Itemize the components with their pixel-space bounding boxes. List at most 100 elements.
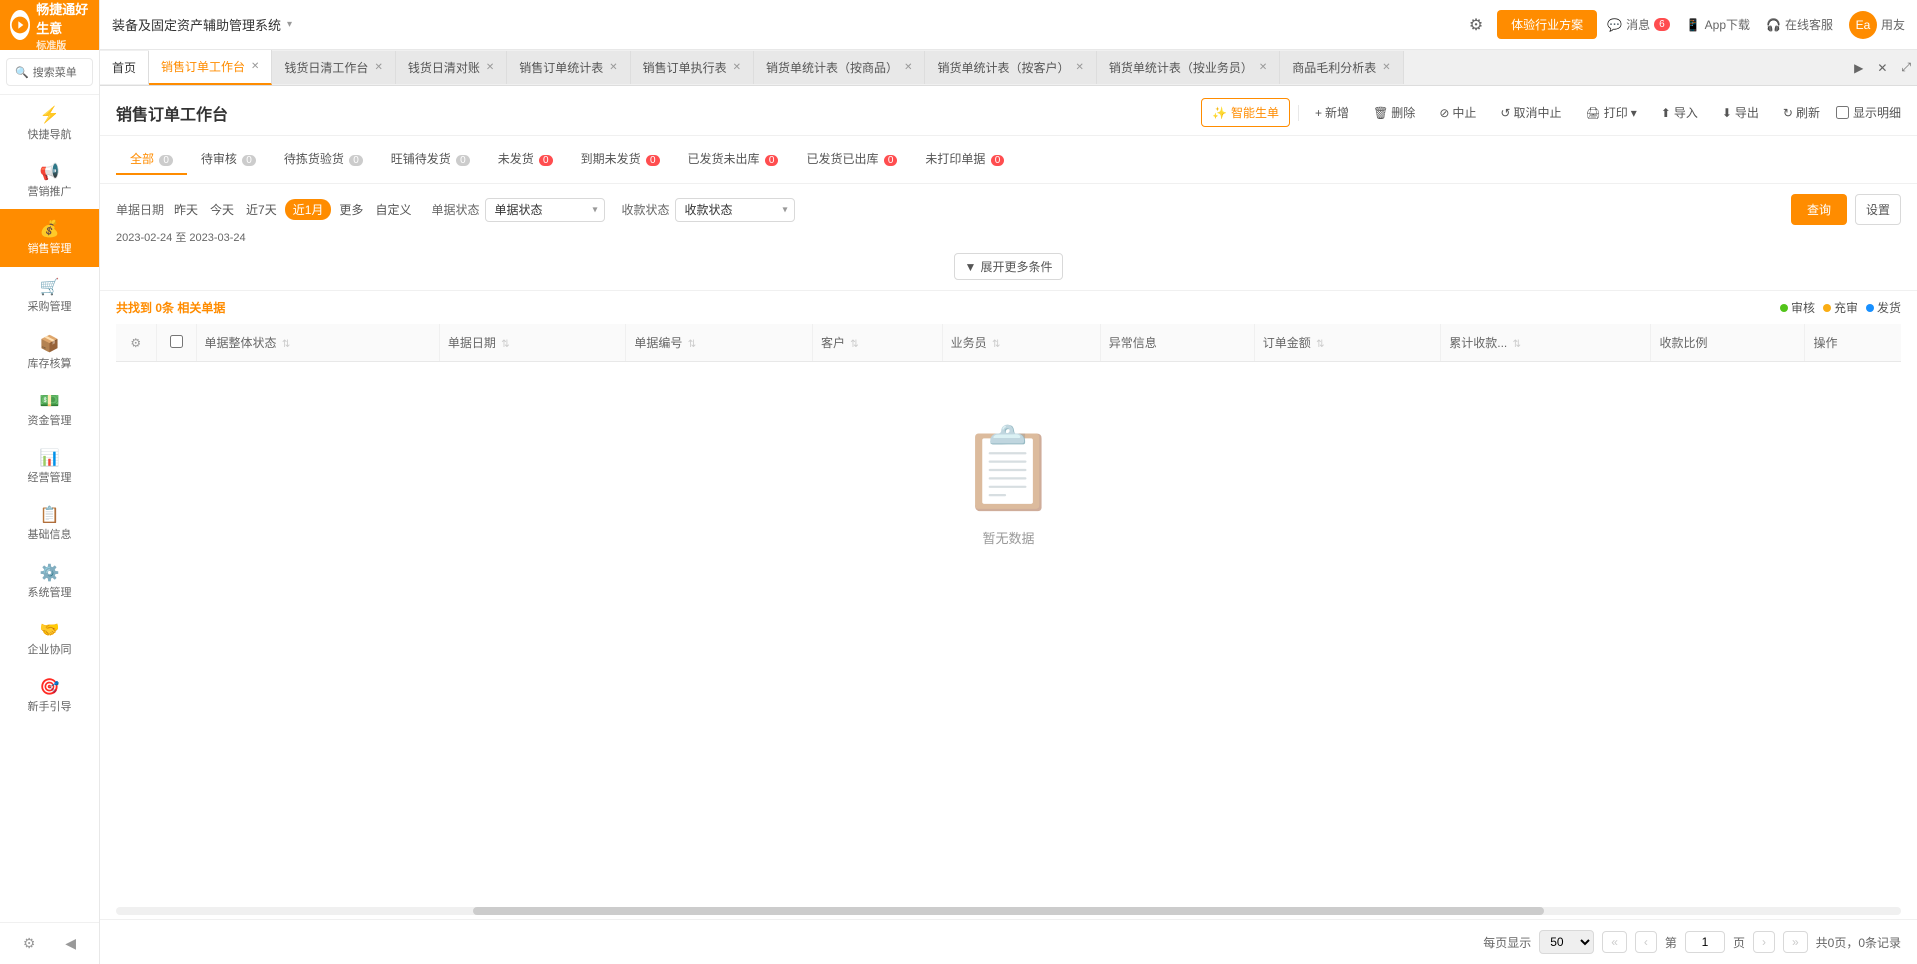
tab-close-margin-analysis[interactable]: ✕ <box>1382 62 1390 73</box>
cancel-stop-button[interactable]: ↺ 取消中止 <box>1492 99 1569 126</box>
tab-fullscreen-button[interactable]: ⤢ <box>1895 52 1917 83</box>
sidebar-item-enterprise[interactable]: 🤝 企业协同 <box>0 610 99 667</box>
sidebar-item-sales[interactable]: 💰 销售管理 <box>0 209 99 266</box>
first-page-button[interactable]: « <box>1602 931 1627 953</box>
refresh-button[interactable]: ↻ 刷新 <box>1775 99 1828 126</box>
select-all-checkbox[interactable] <box>170 335 183 348</box>
tab-goods-stat-customer[interactable]: 销货单统计表（按客户） ✕ <box>925 51 1096 84</box>
tab-close-cash-reconcile[interactable]: ✕ <box>486 62 494 73</box>
trial-button[interactable]: 体验行业方案 <box>1497 10 1597 39</box>
filter-tab-shipped-not-out[interactable]: 已发货未出库 0 <box>674 144 793 175</box>
sidebar-item-finance[interactable]: 💵 资金管理 <box>0 381 99 438</box>
tab-sales-exec[interactable]: 销售订单执行表 ✕ <box>631 51 754 84</box>
th-settings[interactable]: ⚙ <box>116 324 156 362</box>
page-title: 销售订单工作台 <box>116 101 228 125</box>
sidebar-item-newbie[interactable]: 🎯 新手引导 <box>0 667 99 724</box>
sidebar-item-purchase[interactable]: 🛒 采购管理 <box>0 267 99 324</box>
tab-close-cash-daily[interactable]: ✕ <box>374 62 382 73</box>
scrollbar-thumb[interactable] <box>473 907 1544 915</box>
app-download-button[interactable]: 📱 App下载 <box>1686 16 1750 33</box>
batch-review-button[interactable]: 审核 <box>1780 299 1815 316</box>
date-range-text: 2023-02-24 至 2023-03-24 <box>116 232 246 244</box>
search-button[interactable]: 查询 <box>1791 194 1847 225</box>
tab-sales-stat[interactable]: 销售订单统计表 ✕ <box>507 51 630 84</box>
page-input[interactable] <box>1685 931 1725 953</box>
last-page-button[interactable]: » <box>1783 931 1808 953</box>
filter-tab-overdue-not-shipped[interactable]: 到期未发货 0 <box>567 144 674 175</box>
user-profile-button[interactable]: Ea 用友 <box>1849 11 1905 39</box>
tab-home[interactable]: 首页 <box>100 51 149 84</box>
export-button[interactable]: ⬇ 导出 <box>1714 99 1767 126</box>
sidebar-item-operations[interactable]: 📊 经营管理 <box>0 438 99 495</box>
batch-ship-button[interactable]: 发货 <box>1866 299 1901 316</box>
filter-tab-pending-review[interactable]: 待审核 0 <box>187 144 270 175</box>
tab-close-goods-stat-customer[interactable]: ✕ <box>1075 62 1083 73</box>
filter-tab-wangpu-badge: 0 <box>456 155 470 166</box>
date-btn-yesterday[interactable]: 昨天 <box>170 199 202 220</box>
inventory-icon: 📦 <box>40 334 60 354</box>
delete-button[interactable]: 🗑 删除 <box>1365 99 1423 126</box>
sort-received-icon[interactable]: ⇅ <box>1513 339 1521 350</box>
smart-create-button[interactable]: ✨ 智能生单 <box>1201 98 1290 127</box>
tab-sales-workbench[interactable]: 销售订单工作台 ✕ <box>149 50 272 85</box>
sidebar-item-quick-nav[interactable]: ⚡ 快捷导航 <box>0 95 99 152</box>
tab-close-sales-workbench[interactable]: ✕ <box>251 61 259 72</box>
tab-goods-stat-product[interactable]: 销货单统计表（按商品） ✕ <box>754 51 925 84</box>
tab-margin-analysis[interactable]: 商品毛利分析表 ✕ <box>1280 51 1403 84</box>
sidebar-settings-button[interactable]: ⚙ <box>19 931 40 956</box>
filter-tab-not-printed[interactable]: 未打印单据 0 <box>911 144 1018 175</box>
filter-tab-shipped-out[interactable]: 已发货已出库 0 <box>792 144 911 175</box>
date-btn-7days[interactable]: 近7天 <box>242 199 281 220</box>
show-detail-checkbox[interactable] <box>1836 106 1849 119</box>
date-btn-1month[interactable]: 近1月 <box>285 199 332 220</box>
tab-close-sales-stat[interactable]: ✕ <box>609 62 617 73</box>
date-btn-today[interactable]: 今天 <box>206 199 238 220</box>
tab-close-all-button[interactable]: ✕ <box>1871 53 1893 83</box>
sort-number-icon[interactable]: ⇅ <box>688 339 696 350</box>
add-button[interactable]: + 新增 <box>1307 99 1357 126</box>
tab-cash-reconcile[interactable]: 钱货日清对账 ✕ <box>396 51 507 84</box>
tab-close-goods-stat-staff[interactable]: ✕ <box>1259 62 1267 73</box>
sidebar-item-inventory[interactable]: 📦 库存核算 <box>0 324 99 381</box>
import-button[interactable]: ⬆ 导入 <box>1653 99 1706 126</box>
header-settings-button[interactable]: ⚙ <box>1465 11 1487 39</box>
print-button[interactable]: 🖨 打印 ▾ <box>1577 99 1644 126</box>
next-page-button[interactable]: › <box>1753 931 1775 953</box>
payment-select[interactable]: 收款状态 <box>675 198 795 222</box>
tab-close-sales-exec[interactable]: ✕ <box>733 62 741 73</box>
tab-close-goods-stat-product[interactable]: ✕ <box>904 62 912 73</box>
per-page-select[interactable]: 50 20 100 <box>1539 930 1594 954</box>
sort-status-icon[interactable]: ⇅ <box>282 339 290 350</box>
sort-staff-icon[interactable]: ⇅ <box>992 339 1000 350</box>
horizontal-scrollbar[interactable] <box>116 907 1901 915</box>
filter-tab-not-shipped[interactable]: 未发货 0 <box>484 144 567 175</box>
sidebar-collapse-button[interactable]: ◀ <box>61 931 80 956</box>
expand-filter-button[interactable]: ▼ 展开更多条件 <box>954 253 1064 280</box>
filter-tab-all[interactable]: 全部 0 <box>116 144 187 175</box>
date-btn-custom[interactable]: 自定义 <box>371 199 415 220</box>
sort-customer-icon[interactable]: ⇅ <box>850 339 858 350</box>
tab-cash-daily[interactable]: 钱货日清工作台 ✕ <box>272 51 395 84</box>
tab-scroll-right-button[interactable]: ▶ <box>1848 53 1869 83</box>
tab-goods-stat-staff[interactable]: 销货单统计表（按业务员） ✕ <box>1097 51 1280 84</box>
operations-icon: 📊 <box>40 448 60 468</box>
online-service-button[interactable]: 🎧 在线客服 <box>1766 16 1833 33</box>
search-menu-button[interactable]: 🔍 搜索菜单 <box>6 58 93 86</box>
sidebar-item-basic-info[interactable]: 📋 基础信息 <box>0 495 99 552</box>
stop-button[interactable]: ⊘ 中止 <box>1431 99 1484 126</box>
status-select[interactable]: 单据状态 <box>485 198 605 222</box>
message-icon: 💬 <box>1607 18 1622 32</box>
sidebar-item-marketing[interactable]: 📢 营销推广 <box>0 152 99 209</box>
sidebar-item-system[interactable]: ⚙️ 系统管理 <box>0 553 99 610</box>
message-button[interactable]: 💬 消息 6 <box>1607 16 1670 33</box>
sort-date-icon[interactable]: ⇅ <box>501 339 509 350</box>
batch-cancel-review-button[interactable]: 充审 <box>1823 299 1858 316</box>
filter-tab-wangpu-pending[interactable]: 旺铺待发货 0 <box>377 144 484 175</box>
prev-page-button[interactable]: ‹ <box>1635 931 1657 953</box>
sort-amount-icon[interactable]: ⇅ <box>1316 339 1324 350</box>
date-btn-more[interactable]: 更多 <box>335 199 367 220</box>
logo-text: 畅捷通好生意 标准版 <box>36 0 89 52</box>
show-detail-checkbox-label[interactable]: 显示明细 <box>1836 104 1901 121</box>
filter-settings-button[interactable]: 设置 <box>1855 194 1901 225</box>
filter-tab-pending-inspect[interactable]: 待拣货验货 0 <box>270 144 377 175</box>
